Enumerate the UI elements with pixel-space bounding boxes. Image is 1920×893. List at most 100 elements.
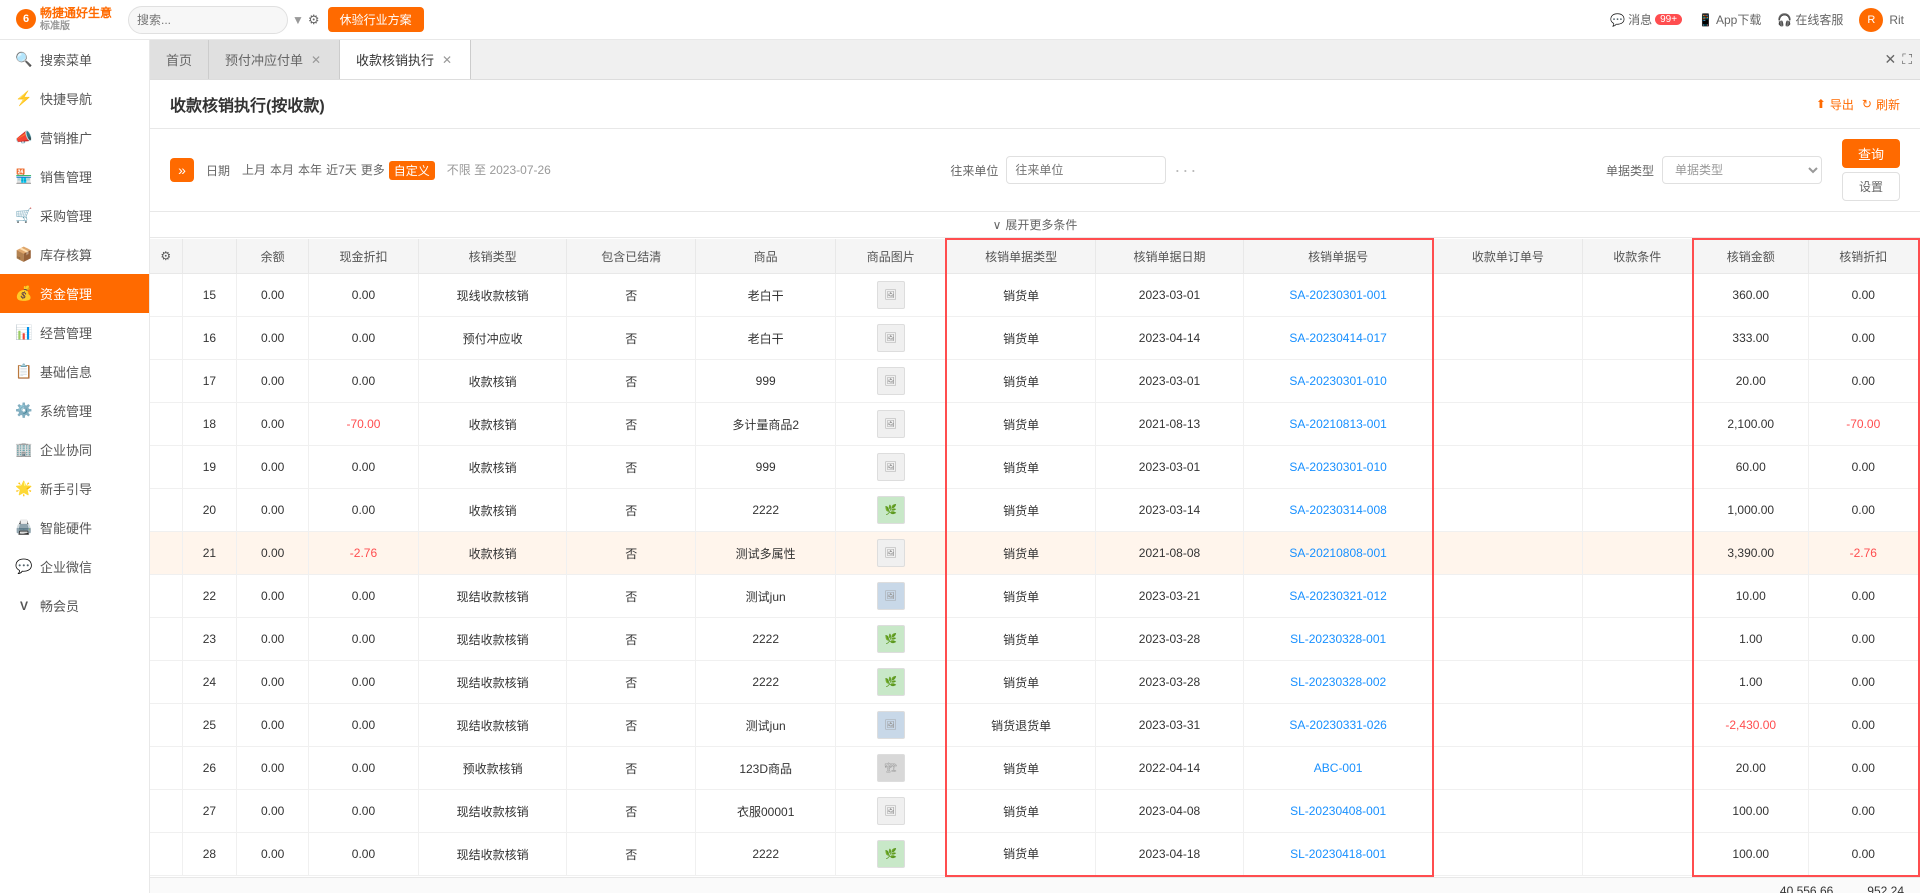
settings-icon[interactable]: ⚙ bbox=[308, 12, 320, 28]
top-search-input[interactable] bbox=[128, 6, 288, 34]
sidebar-item-member[interactable]: V 畅会员 bbox=[0, 586, 149, 625]
money-icon: 💰 bbox=[16, 286, 32, 302]
bill-no-link[interactable]: SA-20230314-008 bbox=[1289, 503, 1386, 517]
megaphone-icon: 📣 bbox=[16, 130, 32, 146]
date-opt-last-month[interactable]: 上月 bbox=[242, 161, 266, 180]
filter-expand-btn[interactable]: » bbox=[170, 158, 194, 182]
cell-row-num: 20 bbox=[182, 489, 237, 532]
date-opt-more[interactable]: 更多 bbox=[361, 161, 385, 180]
filter-bar: » 日期 上月 本月 本年 近7天 更多 自定义 不限 至 2023-07-26… bbox=[150, 129, 1920, 212]
refresh-label: 刷新 bbox=[1876, 96, 1900, 113]
sidebar-item-quick-nav[interactable]: ⚡ 快捷导航 bbox=[0, 79, 149, 118]
expand-more-btn[interactable]: ∨ 展开更多条件 bbox=[150, 212, 1920, 237]
tab-close-all-icon[interactable]: ✕ bbox=[1884, 51, 1896, 68]
bill-no-link[interactable]: SA-20230331-026 bbox=[1289, 718, 1386, 732]
cell-receipt-order-no bbox=[1433, 489, 1582, 532]
refresh-icon: ↻ bbox=[1862, 97, 1872, 111]
bill-no-link[interactable]: SL-20230408-001 bbox=[1290, 804, 1386, 818]
sidebar-item-basic[interactable]: 📋 基础信息 bbox=[0, 352, 149, 391]
sidebar-item-sales[interactable]: 🏪 销售管理 bbox=[0, 157, 149, 196]
sidebar-item-newbie[interactable]: 🌟 新手引导 bbox=[0, 469, 149, 508]
cell-write-off-bill-no: SA-20230321-012 bbox=[1244, 575, 1434, 618]
sidebar: 🔍 搜索菜单 ⚡ 快捷导航 📣 营销推广 🏪 销售管理 🛒 采购管理 📦 库存核… bbox=[0, 40, 150, 893]
cell-cash-discount: 0.00 bbox=[308, 489, 418, 532]
sidebar-item-smart-hw[interactable]: 🖨️ 智能硬件 bbox=[0, 508, 149, 547]
sidebar-item-marketing[interactable]: 📣 营销推广 bbox=[0, 118, 149, 157]
app-download-area[interactable]: 📱 App下载 bbox=[1698, 11, 1761, 28]
cell-write-off-bill-date: 2023-03-21 bbox=[1095, 575, 1243, 618]
user-area[interactable]: R Rit bbox=[1859, 8, 1904, 32]
th-settings[interactable]: ⚙ bbox=[150, 239, 182, 274]
logo-icon: 6 bbox=[16, 9, 36, 29]
sidebar-item-enterprise[interactable]: 🏢 企业协同 bbox=[0, 430, 149, 469]
bill-no-link[interactable]: SL-20230328-001 bbox=[1290, 632, 1386, 646]
sidebar-item-operation[interactable]: 📊 经营管理 bbox=[0, 313, 149, 352]
date-opt-custom[interactable]: 自定义 bbox=[389, 161, 435, 180]
sidebar-label-sales: 销售管理 bbox=[40, 167, 92, 186]
cell-write-off-type: 现结收款核销 bbox=[418, 790, 566, 833]
bill-no-link[interactable]: SL-20230418-001 bbox=[1290, 847, 1386, 861]
cell-write-off-bill-date: 2023-03-28 bbox=[1095, 661, 1243, 704]
bill-no-link[interactable]: SA-20230414-017 bbox=[1289, 331, 1386, 345]
tab-bar: 首页 预付冲应付单 ✕ 收款核销执行 ✕ ✕ ⛶ bbox=[150, 40, 1920, 80]
solution-btn[interactable]: 休验行业方案 bbox=[328, 7, 424, 32]
bill-no-link[interactable]: SA-20230301-010 bbox=[1289, 460, 1386, 474]
table-row: 26 0.00 0.00 预收款核销 否 123D商品 🏗 销货单 2022-0… bbox=[150, 747, 1919, 790]
bill-no-link[interactable]: SA-20230301-001 bbox=[1289, 288, 1386, 302]
bill-no-link[interactable]: SA-20230321-012 bbox=[1289, 589, 1386, 603]
table-row: 17 0.00 0.00 收款核销 否 999 🖼 销货单 2023-03-01… bbox=[150, 360, 1919, 403]
receipt-type-select[interactable]: 单据类型 bbox=[1662, 156, 1822, 184]
tab-home[interactable]: 首页 bbox=[150, 40, 209, 79]
page-title: 收款核销执行(按收款) bbox=[170, 92, 325, 116]
sidebar-item-fund[interactable]: 💰 资金管理 bbox=[0, 274, 149, 313]
cell-cash-discount: 0.00 bbox=[308, 317, 418, 360]
sidebar-item-wechat[interactable]: 💬 企业微信 bbox=[0, 547, 149, 586]
sidebar-item-system[interactable]: ⚙️ 系统管理 bbox=[0, 391, 149, 430]
bill-no-link[interactable]: SL-20230328-002 bbox=[1290, 675, 1386, 689]
cell-settings bbox=[150, 790, 182, 833]
bill-no-link[interactable]: ABC-001 bbox=[1314, 761, 1363, 775]
tab-collection[interactable]: 收款核销执行 ✕ bbox=[340, 40, 471, 79]
table-row: 18 0.00 -70.00 收款核销 否 多计量商品2 🖼 销货单 2021-… bbox=[150, 403, 1919, 446]
export-button[interactable]: ⬆ 导出 bbox=[1816, 96, 1854, 113]
sidebar-item-inventory[interactable]: 📦 库存核算 bbox=[0, 235, 149, 274]
date-label: 日期 bbox=[206, 162, 230, 179]
th-write-off-bill-no: 核销单据号 bbox=[1244, 239, 1434, 274]
cell-goods-image: 🖼 bbox=[836, 274, 947, 317]
cell-cash-discount: 0.00 bbox=[308, 790, 418, 833]
from-unit-input[interactable] bbox=[1006, 156, 1166, 184]
th-cash-discount: 现金折扣 bbox=[308, 239, 418, 274]
sidebar-item-purchase[interactable]: 🛒 采购管理 bbox=[0, 196, 149, 235]
date-opt-this-month[interactable]: 本月 bbox=[270, 161, 294, 180]
bill-no-link[interactable]: SA-20210813-001 bbox=[1289, 417, 1386, 431]
query-button[interactable]: 查询 bbox=[1842, 139, 1900, 168]
notification-area[interactable]: 💬 消息 99+ bbox=[1610, 11, 1682, 28]
sidebar-label-smart-hw: 智能硬件 bbox=[40, 518, 92, 537]
expand-more-bar[interactable]: ∨ 展开更多条件 bbox=[150, 212, 1920, 238]
table-body: 15 0.00 0.00 现线收款核销 否 老白干 🖼 销货单 2023-03-… bbox=[150, 274, 1919, 876]
online-service-area[interactable]: 🎧 在线客服 bbox=[1777, 11, 1843, 28]
sidebar-item-search[interactable]: 🔍 搜索菜单 bbox=[0, 40, 149, 79]
table-footer: 40,556,66... 952.24 bbox=[150, 877, 1920, 893]
headphone-icon: 🎧 bbox=[1777, 13, 1792, 27]
settings-button[interactable]: 设置 bbox=[1842, 172, 1900, 201]
dropdown-icon[interactable]: ▼ bbox=[292, 13, 304, 27]
sidebar-label-member: 畅会员 bbox=[40, 596, 79, 615]
cell-receipt-condition bbox=[1582, 489, 1693, 532]
date-opt-this-year[interactable]: 本年 bbox=[298, 161, 322, 180]
th-balance: 余额 bbox=[237, 239, 309, 274]
sidebar-label-search: 搜索菜单 bbox=[40, 50, 92, 69]
cell-write-off-bill-type: 销货单 bbox=[946, 489, 1095, 532]
tab-prepay[interactable]: 预付冲应付单 ✕ bbox=[209, 40, 340, 79]
cell-write-off-amount: 1.00 bbox=[1693, 661, 1808, 704]
tab-expand-icon[interactable]: ⛶ bbox=[1902, 51, 1912, 68]
bill-no-link[interactable]: SA-20210808-001 bbox=[1289, 546, 1386, 560]
bill-no-link[interactable]: SA-20230301-010 bbox=[1289, 374, 1386, 388]
tab-collection-close[interactable]: ✕ bbox=[440, 53, 454, 67]
cell-row-num: 17 bbox=[182, 360, 237, 403]
tab-prepay-close[interactable]: ✕ bbox=[309, 53, 323, 67]
refresh-button[interactable]: ↻ 刷新 bbox=[1862, 96, 1900, 113]
date-opt-7days[interactable]: 近7天 bbox=[326, 161, 357, 180]
app-name: 畅捷通好生意 bbox=[40, 6, 112, 20]
cell-write-off-type: 收款核销 bbox=[418, 489, 566, 532]
